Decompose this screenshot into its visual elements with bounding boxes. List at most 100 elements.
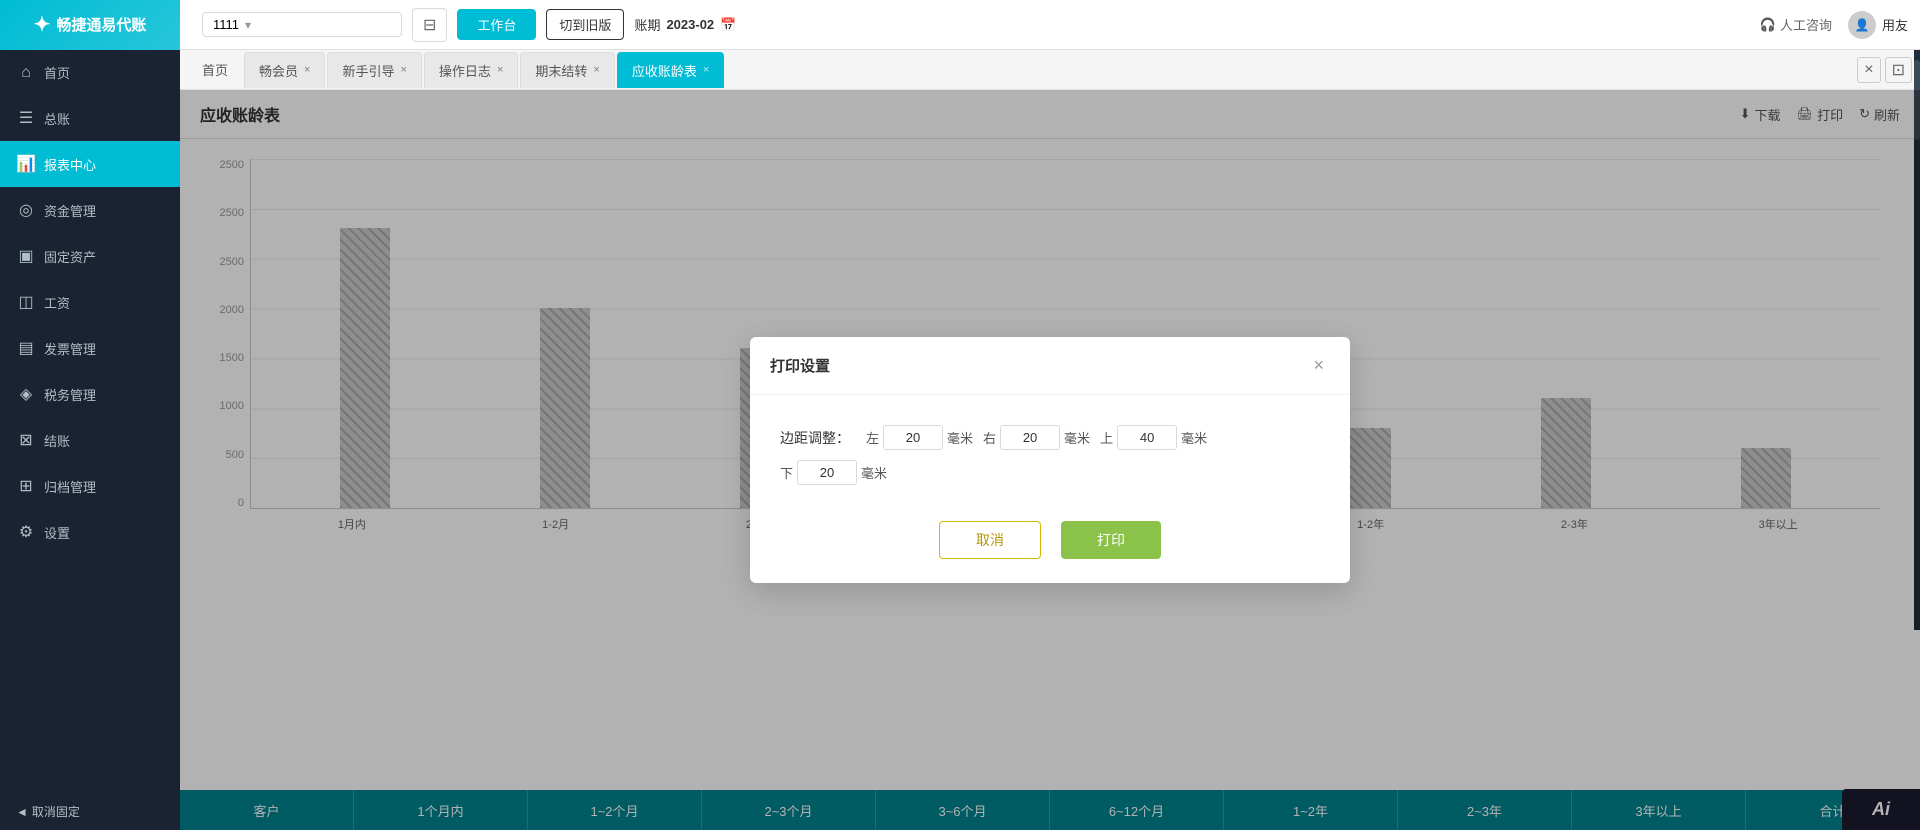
- tab-home-label: 首页: [202, 60, 228, 79]
- tab-aging-close[interactable]: ×: [703, 64, 709, 76]
- margin-row: 边距调整： 左 毫米 右 毫米: [780, 425, 1320, 485]
- company-selector[interactable]: 1111 ▾: [202, 12, 402, 37]
- tab-member[interactable]: 畅会员 ×: [244, 52, 325, 88]
- tab-oplog-label: 操作日志: [439, 61, 491, 80]
- header-right: 🎧 人工咨询 👤 用友: [1760, 11, 1908, 39]
- archive-icon: ⊞: [16, 476, 36, 496]
- tab-aging[interactable]: 应收账龄表 ×: [617, 52, 724, 88]
- chevron-down-icon: ▾: [245, 18, 251, 32]
- content-area: 首页 畅会员 × 新手引导 × 操作日志 × 期末结转 × 应收账龄表 ×: [180, 50, 1920, 830]
- logo-text: 畅捷通易代账: [56, 14, 146, 35]
- tab-period-end-close[interactable]: ×: [593, 64, 599, 76]
- reports-icon: 📊: [16, 154, 36, 174]
- tab-member-close[interactable]: ×: [304, 64, 310, 76]
- sidebar-item-invoice[interactable]: ▤ 发票管理: [0, 325, 180, 371]
- collapse-label: 取消固定: [32, 803, 80, 820]
- copy-button[interactable]: ⊟: [412, 8, 447, 42]
- user-area[interactable]: 👤 用友: [1848, 11, 1908, 39]
- modal-footer: 取消 打印: [750, 505, 1350, 583]
- settle-icon: ⊠: [16, 430, 36, 450]
- consult-label: 人工咨询: [1780, 15, 1832, 34]
- tab-guide[interactable]: 新手引导 ×: [327, 52, 421, 88]
- sidebar-label-funds: 资金管理: [44, 201, 96, 220]
- print-settings-modal: 打印设置 × 边距调整： 左 毫米 右: [750, 337, 1350, 583]
- sidebar-item-reports[interactable]: 📊 报表中心: [0, 141, 180, 187]
- tab-bar: 首页 畅会员 × 新手引导 × 操作日志 × 期末结转 × 应收账龄表 ×: [180, 50, 1920, 90]
- invoice-icon: ▤: [16, 338, 36, 358]
- tax-icon: ◈: [16, 384, 36, 404]
- modal-body: 边距调整： 左 毫米 右 毫米: [750, 395, 1350, 505]
- logo: ✦ 畅捷通易代账: [0, 0, 180, 50]
- tab-member-label: 畅会员: [259, 61, 298, 80]
- switch-version-button[interactable]: 切到旧版: [546, 9, 624, 40]
- page-content: 应收账龄表 ⬇ 下载 🖨 打印 ↻ 刷新: [180, 90, 1920, 830]
- sidebar-item-assets[interactable]: ▣ 固定资产: [0, 233, 180, 279]
- tab-oplog-close[interactable]: ×: [497, 64, 503, 76]
- margin-label: 边距调整：: [780, 428, 850, 448]
- sidebar: ⌂ 首页 ☰ 总账 📊 报表中心 ◎ 资金管理 ▣ 固定资产 ◫ 工资 ▤ 发票…: [0, 50, 180, 830]
- tab-period-end[interactable]: 期末结转 ×: [520, 52, 614, 88]
- sidebar-item-funds[interactable]: ◎ 资金管理: [0, 187, 180, 233]
- tab-aging-label: 应收账龄表: [632, 61, 697, 80]
- sidebar-item-settle[interactable]: ⊠ 结账: [0, 417, 180, 463]
- margin-left-input[interactable]: [883, 425, 943, 450]
- margin-left-unit: 毫米: [947, 428, 973, 447]
- settings-icon: ⚙: [16, 522, 36, 542]
- margin-right-unit: 毫米: [1064, 428, 1090, 447]
- margin-right-input[interactable]: [1000, 425, 1060, 450]
- avatar: 👤: [1848, 11, 1876, 39]
- sidebar-label-assets: 固定资产: [44, 247, 96, 266]
- sidebar-label-salary: 工资: [44, 293, 70, 312]
- home-icon: ⌂: [16, 64, 36, 82]
- tab-oplog[interactable]: 操作日志 ×: [424, 52, 518, 88]
- margin-bottom-input[interactable]: [797, 460, 857, 485]
- margin-bottom-group: 下 毫米: [780, 460, 887, 485]
- top-header: ✦ 畅捷通易代账 1111 ▾ ⊟ 工作台 切到旧版 账期 2023-02 📅 …: [0, 0, 1920, 50]
- margin-top-label: 上: [1100, 428, 1113, 447]
- margin-top-input[interactable]: [1117, 425, 1177, 450]
- logo-icon: ✦: [34, 12, 51, 37]
- margin-right-group: 右 毫米: [983, 425, 1090, 450]
- sidebar-label-archive: 归档管理: [44, 477, 96, 496]
- sidebar-collapse-btn[interactable]: ◄ 取消固定: [0, 793, 180, 830]
- sidebar-item-archive[interactable]: ⊞ 归档管理: [0, 463, 180, 509]
- consult-button[interactable]: 🎧 人工咨询: [1760, 15, 1832, 34]
- tab-guide-close[interactable]: ×: [400, 64, 406, 76]
- modal-overlay: 打印设置 × 边距调整： 左 毫米 右: [180, 90, 1920, 830]
- margin-right-label: 右: [983, 428, 996, 447]
- calendar-icon[interactable]: 📅: [720, 17, 736, 33]
- sidebar-label-settle: 结账: [44, 431, 70, 450]
- cancel-button[interactable]: 取消: [939, 521, 1041, 559]
- sidebar-item-tax[interactable]: ◈ 税务管理: [0, 371, 180, 417]
- margin-top-unit: 毫米: [1181, 428, 1207, 447]
- sidebar-item-ledger[interactable]: ☰ 总账: [0, 95, 180, 141]
- tab-home[interactable]: 首页: [188, 52, 242, 88]
- margin-bottom-label: 下: [780, 463, 793, 482]
- modal-close-button[interactable]: ×: [1307, 353, 1330, 378]
- tab-guide-label: 新手引导: [342, 61, 394, 80]
- period-label: 账期: [634, 15, 660, 34]
- margin-bottom-unit: 毫米: [861, 463, 887, 482]
- tab-period-end-label: 期末结转: [535, 61, 587, 80]
- headphone-icon: 🎧: [1760, 17, 1776, 33]
- tab-close-all-button[interactable]: ×: [1857, 57, 1880, 83]
- company-name: 1111: [213, 17, 239, 32]
- sidebar-item-home[interactable]: ⌂ 首页: [0, 50, 180, 95]
- tab-actions: × ⊡: [1857, 57, 1912, 83]
- workspace-button[interactable]: 工作台: [457, 9, 536, 40]
- modal-title: 打印设置: [770, 355, 1307, 376]
- sidebar-item-salary[interactable]: ◫ 工资: [0, 279, 180, 325]
- period-value: 2023-02: [666, 17, 714, 32]
- collapse-icon: ◄: [16, 805, 28, 819]
- tab-maximize-button[interactable]: ⊡: [1885, 57, 1912, 83]
- funds-icon: ◎: [16, 200, 36, 220]
- sidebar-label-home: 首页: [44, 63, 70, 82]
- ledger-icon: ☰: [16, 108, 36, 128]
- print-confirm-button[interactable]: 打印: [1061, 521, 1161, 559]
- sidebar-label-invoice: 发票管理: [44, 339, 96, 358]
- sidebar-item-settings[interactable]: ⚙ 设置: [0, 509, 180, 555]
- margin-top-group: 上 毫米: [1100, 425, 1207, 450]
- avatar-icon: 👤: [1855, 18, 1870, 32]
- modal-header: 打印设置 ×: [750, 337, 1350, 395]
- margin-left-label: 左: [866, 428, 879, 447]
